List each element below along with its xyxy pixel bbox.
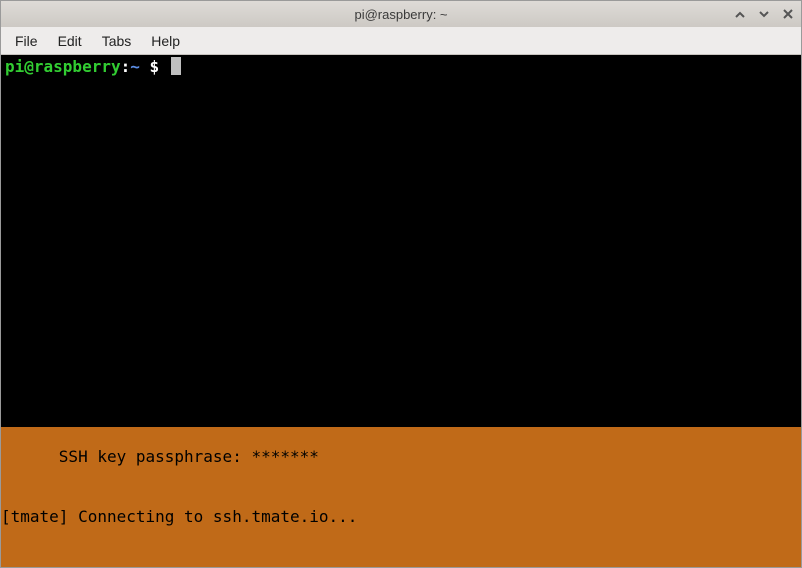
prompt-colon: : bbox=[121, 57, 131, 77]
menubar: File Edit Tabs Help bbox=[1, 27, 801, 55]
prompt-line: pi@raspberry:~ $ bbox=[5, 57, 797, 77]
menu-help[interactable]: Help bbox=[143, 30, 188, 52]
close-icon bbox=[782, 8, 794, 20]
terminal-area[interactable]: pi@raspberry:~ $ SSH key passphrase: ***… bbox=[1, 55, 801, 567]
terminal-cursor bbox=[171, 57, 181, 75]
window-controls bbox=[733, 1, 795, 27]
titlebar[interactable]: pi@raspberry: ~ bbox=[1, 1, 801, 27]
menu-file[interactable]: File bbox=[7, 30, 46, 52]
status-line-passphrase: SSH key passphrase: ******* bbox=[59, 447, 319, 467]
minimize-icon bbox=[734, 8, 746, 20]
prompt-space bbox=[159, 57, 169, 77]
status-line-connecting: [tmate] Connecting to ssh.tmate.io... bbox=[1, 507, 801, 527]
minimize-button[interactable] bbox=[733, 7, 747, 21]
maximize-button[interactable] bbox=[757, 7, 771, 21]
status-bar: SSH key passphrase: ******* [tmate] Conn… bbox=[1, 427, 801, 567]
menu-edit[interactable]: Edit bbox=[50, 30, 90, 52]
terminal-window: pi@raspberry: ~ File Edit Tabs Help pi@r… bbox=[0, 0, 802, 568]
prompt-userhost: pi@raspberry bbox=[5, 57, 121, 77]
close-button[interactable] bbox=[781, 7, 795, 21]
maximize-icon bbox=[758, 8, 770, 20]
prompt-separator bbox=[140, 57, 150, 77]
prompt-cwd: ~ bbox=[130, 57, 140, 77]
menu-tabs[interactable]: Tabs bbox=[94, 30, 140, 52]
prompt-dollar: $ bbox=[150, 57, 160, 77]
window-title: pi@raspberry: ~ bbox=[354, 7, 447, 22]
